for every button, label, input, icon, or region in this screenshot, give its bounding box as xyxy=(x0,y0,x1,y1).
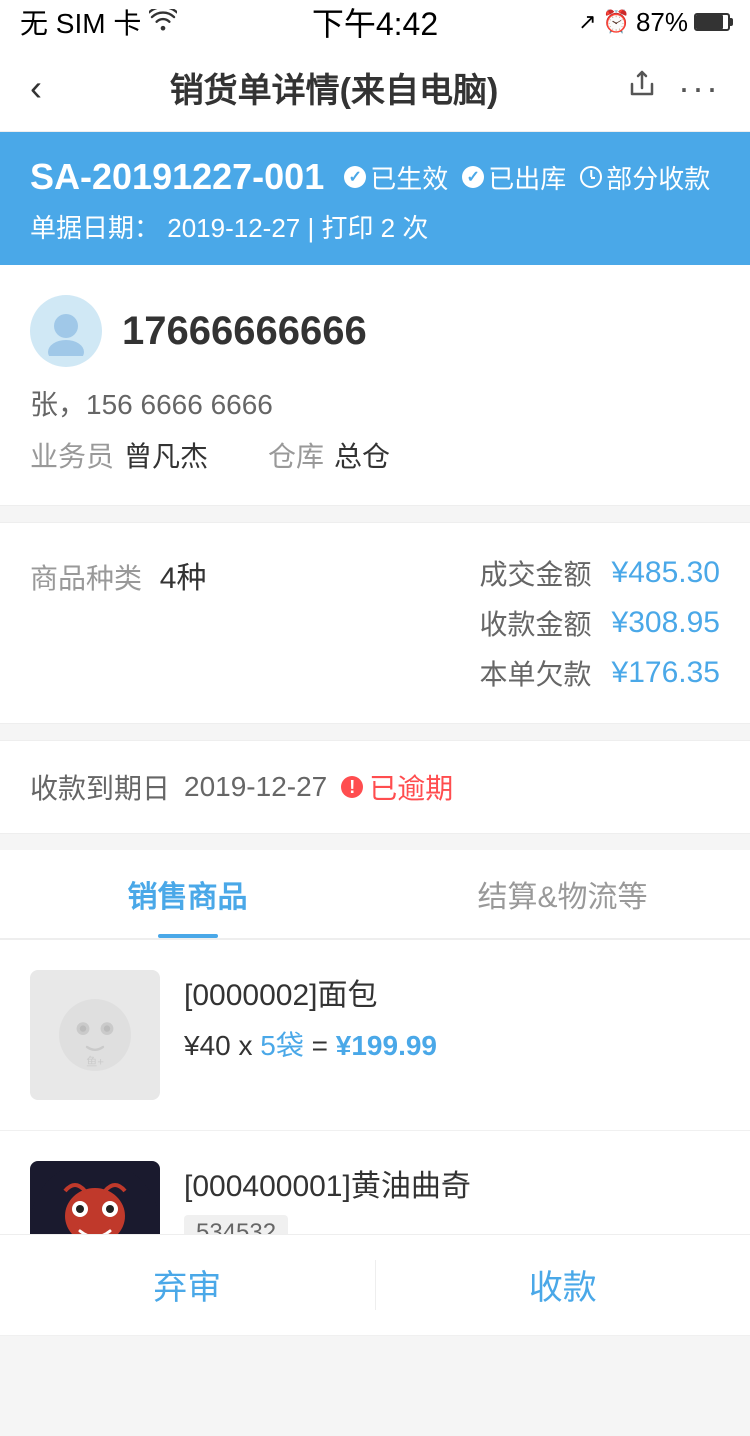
customer-name: 张，156 6666 6666 xyxy=(30,383,720,423)
warehouse-info: 仓库 总仓 xyxy=(268,435,390,475)
received-amount-label: 收款金额 xyxy=(480,603,592,643)
due-date-section: 收款到期日 2019-12-27 ! 已逾期 xyxy=(0,740,750,834)
tab-settlement[interactable]: 结算&物流等 xyxy=(375,850,750,938)
status-time: 下午4:42 xyxy=(312,0,438,45)
customer-phone: 17666666666 xyxy=(122,309,367,354)
warehouse-name: 总仓 xyxy=(334,435,390,475)
svg-text:鱼+: 鱼+ xyxy=(86,1054,104,1068)
deal-amount-value: ¥485.30 xyxy=(612,556,720,590)
warehouse-label: 仓库 xyxy=(268,435,324,475)
owed-amount-value: ¥176.35 xyxy=(612,656,720,690)
status-bar: 无 SIM 卡 下午4:42 ↗ ⏰ 87% xyxy=(0,0,750,44)
tab-sales-products[interactable]: 销售商品 xyxy=(0,850,375,938)
overdue-icon: ! xyxy=(341,776,363,798)
product-price-1: ¥40 x 5袋 = ¥199.99 xyxy=(184,1024,720,1064)
category-value: 4种 xyxy=(160,562,207,595)
due-date-value: 2019-12-27 xyxy=(184,771,327,803)
back-button[interactable]: ‹ xyxy=(30,67,42,109)
cancel-button[interactable]: 弃审 xyxy=(0,1235,375,1334)
avatar xyxy=(30,295,102,367)
owed-amount-row: 本单欠款 ¥176.35 xyxy=(480,653,720,693)
category-info: 商品种类 4种 xyxy=(30,553,206,597)
product-qty-1: 5袋 xyxy=(260,1030,304,1061)
product-total-1: ¥199.99 xyxy=(336,1030,437,1061)
nav-bar: ‹ 销货单详情(来自电脑) ··· xyxy=(0,44,750,132)
tabs-row: 销售商品 结算&物流等 xyxy=(0,850,750,938)
more-button[interactable]: ··· xyxy=(678,67,720,109)
product-name-1: [0000002]面包 xyxy=(184,970,720,1014)
product-info-1: [0000002]面包 ¥40 x 5袋 = ¥199.99 xyxy=(184,970,720,1064)
status-badge-partial: 部分收款 xyxy=(580,159,710,196)
header-banner: SA-20191227-001 已生效 已出库 部分收款 单据日期： 2019-… xyxy=(0,132,750,265)
overdue-badge: ! 已逾期 xyxy=(341,767,453,807)
product-thumbnail-1: 鱼+ xyxy=(30,970,160,1100)
list-item: 鱼+ [0000002]面包 ¥40 x 5袋 = ¥199.99 xyxy=(0,940,750,1131)
category-label: 商品种类 xyxy=(30,563,142,594)
clock-icon xyxy=(580,166,602,188)
tabs-section: 销售商品 结算&物流等 xyxy=(0,850,750,940)
received-amount-value: ¥308.95 xyxy=(612,606,720,640)
summary-section: 商品种类 4种 成交金额 ¥485.30 收款金额 ¥308.95 本单欠款 ¥… xyxy=(0,522,750,724)
amount-info: 成交金额 ¥485.30 收款金额 ¥308.95 本单欠款 ¥176.35 xyxy=(480,553,720,693)
alarm-icon: ⏰ xyxy=(603,9,630,35)
staff-info: 业务员 曾凡杰 xyxy=(30,435,208,475)
location-icon: ↗ xyxy=(578,9,596,35)
wifi-icon xyxy=(149,6,177,38)
bottom-bar: 弃审 收款 xyxy=(0,1234,750,1334)
owed-amount-label: 本单欠款 xyxy=(480,653,592,693)
customer-section: 17666666666 张，156 6666 6666 业务员 曾凡杰 仓库 总… xyxy=(0,265,750,506)
received-amount-row: 收款金额 ¥308.95 xyxy=(480,603,720,643)
customer-top: 17666666666 xyxy=(30,295,720,367)
overdue-text: 已逾期 xyxy=(369,767,453,807)
battery-icon xyxy=(694,13,730,31)
check-icon-1 xyxy=(344,166,366,188)
staff-label: 业务员 xyxy=(30,435,114,475)
staff-name: 曾凡杰 xyxy=(124,435,208,475)
deal-amount-label: 成交金额 xyxy=(480,553,592,593)
battery-text: 87% xyxy=(636,7,688,38)
status-badge-effective: 已生效 xyxy=(344,159,448,196)
confirm-button[interactable]: 收款 xyxy=(376,1235,750,1334)
summary-row: 商品种类 4种 成交金额 ¥485.30 收款金额 ¥308.95 本单欠款 ¥… xyxy=(30,553,720,693)
customer-meta: 业务员 曾凡杰 仓库 总仓 xyxy=(30,435,720,475)
status-badges: 已生效 已出库 部分收款 xyxy=(344,159,710,196)
product-name-2: [000400001]黄油曲奇 xyxy=(184,1161,720,1205)
carrier-text: 无 SIM 卡 xyxy=(20,2,141,42)
page-title: 销货单详情(来自电脑) xyxy=(170,63,499,112)
order-id: SA-20191227-001 xyxy=(30,156,324,198)
share-button[interactable] xyxy=(626,68,658,108)
status-right: ↗ ⏰ 87% xyxy=(578,7,730,38)
check-icon-2 xyxy=(462,166,484,188)
status-left: 无 SIM 卡 xyxy=(20,2,177,42)
banner-date-row: 单据日期： 2019-12-27 | 打印 2 次 xyxy=(30,208,720,245)
banner-row1: SA-20191227-001 已生效 已出库 部分收款 xyxy=(30,156,720,198)
nav-actions: ··· xyxy=(626,67,720,109)
due-date-label: 收款到期日 xyxy=(30,767,170,807)
deal-amount-row: 成交金额 ¥485.30 xyxy=(480,553,720,593)
status-badge-shipped: 已出库 xyxy=(462,159,566,196)
